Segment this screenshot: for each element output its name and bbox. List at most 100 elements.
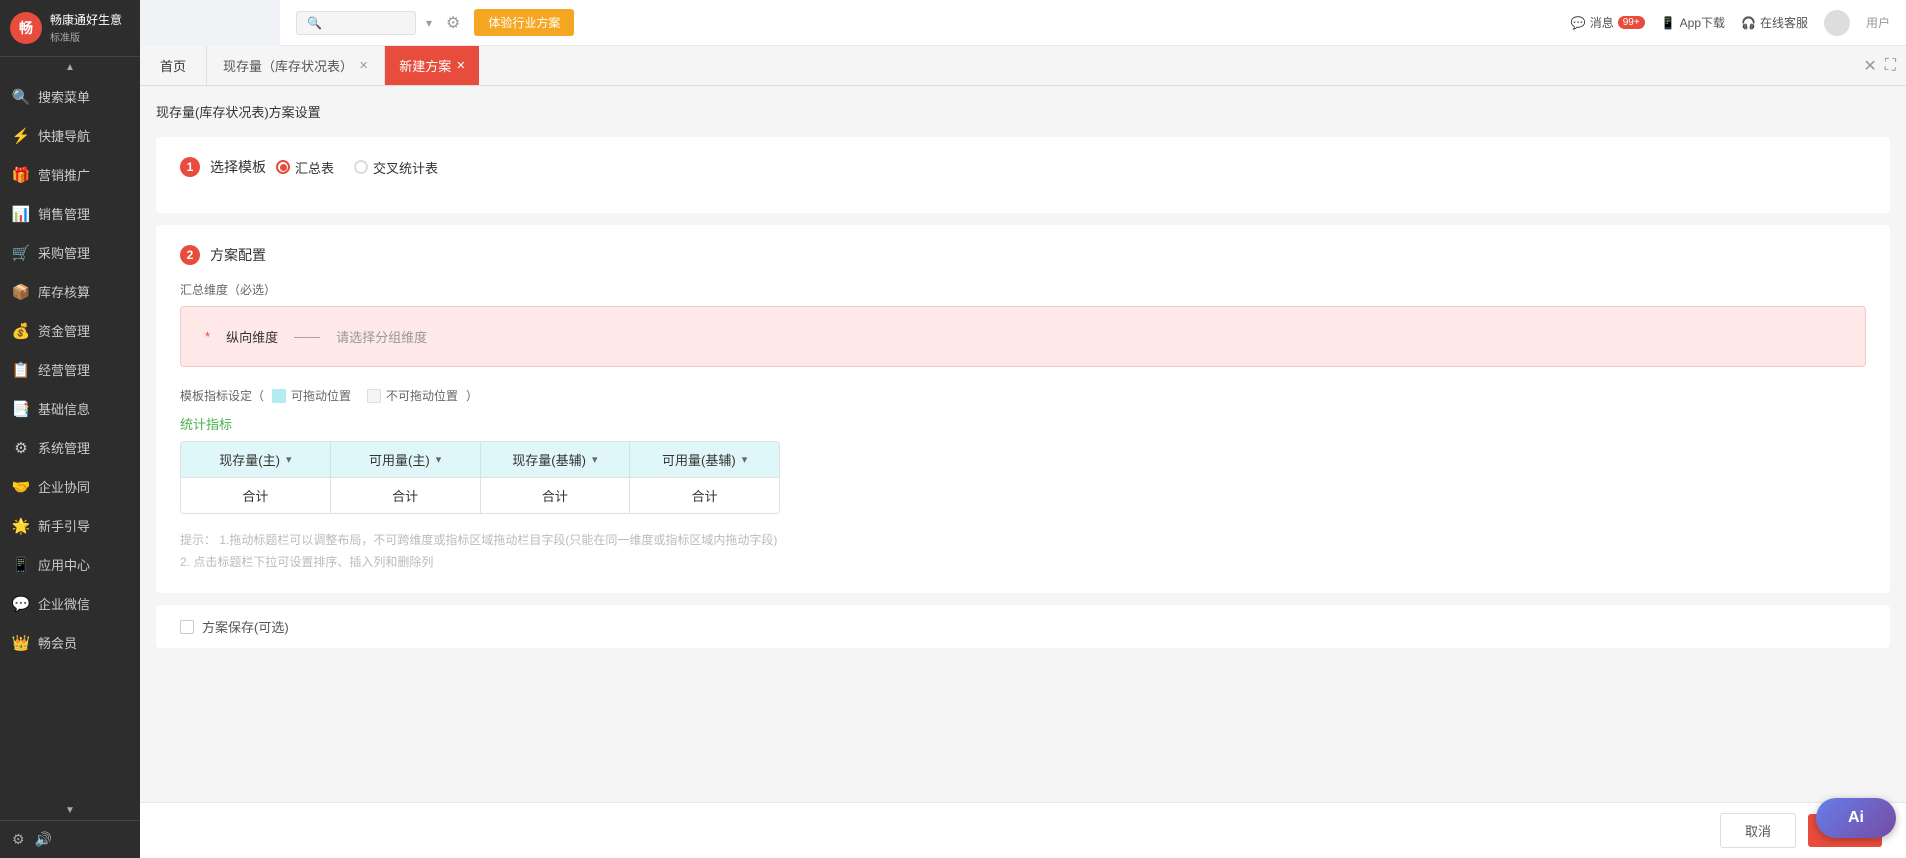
- tab-expand-btn[interactable]: ⛶: [1885, 57, 1896, 75]
- topbar-app-download[interactable]: 📱 App下载: [1661, 14, 1725, 31]
- sidebar-item-search-menu[interactable]: 🔍 搜索菜单: [0, 77, 140, 116]
- stats-col-2-label: 可用量(主): [369, 450, 430, 469]
- mobile-icon: 📱: [12, 556, 30, 574]
- sidebar-item-label: 资金管理: [38, 321, 90, 340]
- ai-float-button[interactable]: Ai: [1816, 798, 1896, 838]
- user-avatar[interactable]: [1824, 10, 1850, 36]
- legend-draggable-text: 可拖动位置: [291, 387, 351, 404]
- stats-col-3[interactable]: 现存量(基辅) ▾: [481, 442, 631, 477]
- sidebar-item-label: 基础信息: [38, 399, 90, 418]
- step1-badge: 1: [180, 157, 200, 177]
- tab-close-all-btn[interactable]: ✕: [1863, 56, 1876, 76]
- search-icon: 🔍: [12, 88, 30, 106]
- stats-col-3-arrow[interactable]: ▾: [592, 453, 598, 466]
- dimension-placeholder[interactable]: 请选择分组维度: [336, 327, 427, 346]
- sidebar-item-apps[interactable]: 📱 应用中心: [0, 545, 140, 584]
- sidebar-item-label: 应用中心: [38, 555, 90, 574]
- sidebar-item-sales[interactable]: 📊 销售管理: [0, 194, 140, 233]
- app-version: 标准版: [50, 29, 122, 44]
- dimension-required-mark: *: [205, 329, 210, 344]
- indicator-legend: 可拖动位置 不可拖动位置: [272, 387, 458, 404]
- gear-icon: ⚙: [12, 439, 30, 457]
- radio-cross[interactable]: 交叉统计表: [354, 158, 438, 177]
- chat-icon: 💬: [12, 595, 30, 613]
- topbar-online-service[interactable]: 🎧 在线客服: [1741, 14, 1808, 31]
- sidebar-logo: 畅 畅康通好生意 标准版: [0, 0, 140, 57]
- search-icon: 🔍: [307, 16, 322, 30]
- stats-label: 统计指标: [180, 414, 1866, 433]
- message-badge: 99+: [1618, 16, 1645, 29]
- legend-fixed-box: [367, 389, 381, 403]
- bottom-bar: 取消 查询: [140, 802, 1906, 858]
- sidebar-scroll-down[interactable]: ▼: [0, 800, 140, 820]
- sidebar-scroll-up[interactable]: ▲: [0, 57, 140, 77]
- legend-fixed-text: 不可拖动位置: [386, 387, 458, 404]
- tabbar: 首页 现存量（库存状况表） ✕ 新建方案 ✕ ✕ ⛶: [140, 46, 1906, 86]
- radio-summary-circle: [276, 160, 290, 174]
- topbar-dropdown-arrow[interactable]: ▾: [426, 16, 432, 30]
- stats-col-1-label: 现存量(主): [219, 450, 280, 469]
- step2-section: 2 方案配置 汇总维度（必选） * 纵向维度 —— 请选择分组维度 模板指标设定…: [156, 225, 1890, 593]
- legend-fixed: 不可拖动位置: [367, 387, 458, 404]
- sidebar-item-system[interactable]: ⚙ 系统管理: [0, 428, 140, 467]
- message-icon: 💬: [1571, 16, 1586, 30]
- legend-draggable: 可拖动位置: [272, 387, 351, 404]
- sidebar-item-marketing[interactable]: 🎁 营销推广: [0, 155, 140, 194]
- document-icon: 📑: [12, 400, 30, 418]
- cart-icon: 🛒: [12, 244, 30, 262]
- sidebar-item-label: 库存核算: [38, 282, 90, 301]
- app-name-block: 畅康通好生意 标准版: [50, 12, 122, 44]
- username: 用户: [1866, 14, 1890, 31]
- stats-col-4-arrow[interactable]: ▾: [742, 453, 748, 466]
- tab-new-close[interactable]: ✕: [456, 59, 465, 72]
- stats-col-3-label: 现存量(基辅): [512, 450, 586, 469]
- sidebar-item-wechat[interactable]: 💬 企业微信: [0, 584, 140, 623]
- topbar-gear-icon[interactable]: ⚙: [446, 13, 460, 33]
- sidebar-item-label: 采购管理: [38, 243, 90, 262]
- stats-col-1[interactable]: 现存量(主) ▾: [181, 442, 331, 477]
- sidebar-item-label: 销售管理: [38, 204, 90, 223]
- radio-summary[interactable]: 汇总表: [276, 158, 334, 177]
- tab-inventory-status[interactable]: 现存量（库存状况表） ✕: [207, 46, 385, 85]
- sidebar-item-guide[interactable]: 🌟 新手引导: [0, 506, 140, 545]
- sidebar-item-basic[interactable]: 📑 基础信息: [0, 389, 140, 428]
- save-checkbox[interactable]: [180, 620, 194, 634]
- stats-header-row: 现存量(主) ▾ 可用量(主) ▾ 现存量(基辅) ▾ 可用量(基辅): [181, 442, 779, 477]
- legend-draggable-box: [272, 389, 286, 403]
- sidebar-item-inventory[interactable]: 📦 库存核算: [0, 272, 140, 311]
- sidebar-item-label: 经营管理: [38, 360, 90, 379]
- stats-cell-3: 合计: [481, 478, 631, 513]
- tabbar-actions: ✕ ⛶: [1863, 56, 1906, 76]
- cancel-button[interactable]: 取消: [1720, 813, 1796, 848]
- stats-cell-1: 合计: [181, 478, 331, 513]
- app-download-label: App下载: [1680, 14, 1725, 31]
- sidebar-item-quick-nav[interactable]: ⚡ 快捷导航: [0, 116, 140, 155]
- stats-table: 现存量(主) ▾ 可用量(主) ▾ 现存量(基辅) ▾ 可用量(基辅): [180, 441, 780, 514]
- save-option-section: 方案保存(可选): [156, 605, 1890, 648]
- stats-col-2[interactable]: 可用量(主) ▾: [331, 442, 481, 477]
- sidebar-item-member[interactable]: 👑 畅会员: [0, 623, 140, 662]
- stats-col-4[interactable]: 可用量(基辅) ▾: [630, 442, 779, 477]
- sidebar-item-finance[interactable]: 💰 资金管理: [0, 311, 140, 350]
- tab-inventory-close[interactable]: ✕: [359, 59, 368, 72]
- stats-col-4-label: 可用量(基辅): [662, 450, 736, 469]
- settings-icon[interactable]: ⚙: [12, 831, 25, 848]
- tab-home[interactable]: 首页: [140, 46, 207, 85]
- stats-col-2-arrow[interactable]: ▾: [436, 453, 442, 466]
- clipboard-icon: 📋: [12, 361, 30, 379]
- sidebar-item-purchase[interactable]: 🛒 采购管理: [0, 233, 140, 272]
- topbar-message[interactable]: 💬 消息 99+: [1571, 14, 1645, 31]
- sidebar-item-business[interactable]: 📋 经营管理: [0, 350, 140, 389]
- topbar-search[interactable]: 🔍: [296, 11, 416, 35]
- tips-item-2: 2. 点击标题栏下拉可设置排序、插入列和删除列: [180, 552, 1866, 574]
- sidebar-item-corp[interactable]: 🤝 企业协同: [0, 467, 140, 506]
- tab-new-scheme[interactable]: 新建方案 ✕: [385, 46, 479, 85]
- stats-col-1-arrow[interactable]: ▾: [286, 453, 292, 466]
- sound-icon[interactable]: 🔊: [35, 831, 52, 848]
- sidebar-item-label: 畅会员: [38, 633, 77, 652]
- chart-icon: 📊: [12, 205, 30, 223]
- service-icon: 🎧: [1741, 16, 1756, 30]
- experience-btn[interactable]: 体验行业方案: [474, 9, 574, 36]
- step1-header: 1 选择模板 汇总表 交叉统计表: [180, 157, 1866, 177]
- step1-section: 1 选择模板 汇总表 交叉统计表: [156, 137, 1890, 213]
